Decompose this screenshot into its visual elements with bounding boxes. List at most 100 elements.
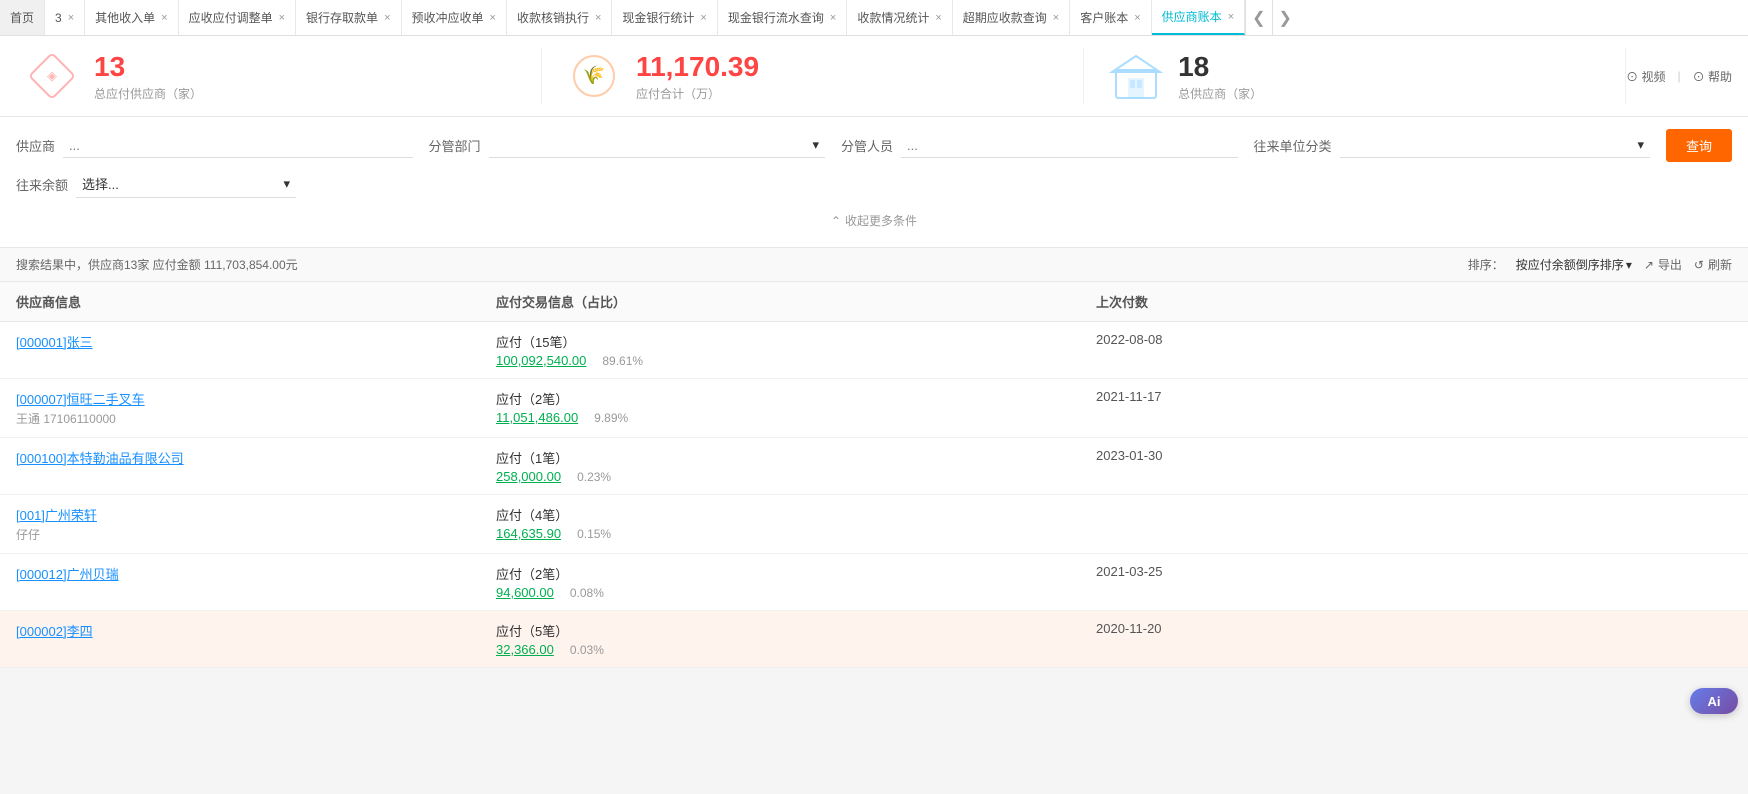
top-nav: 首页 3 × 其他收入单 × 应收应付调整单 × 银行存取款单 × 预收冲应收单… (0, 0, 1748, 36)
collapse-button[interactable]: ⌃ 收起更多条件 (831, 212, 917, 229)
tx-amount[interactable]: 258,000.00 (496, 469, 561, 484)
svg-text:◈: ◈ (47, 68, 57, 83)
close-icon[interactable]: × (1053, 12, 1059, 24)
refresh-button[interactable]: ↺ 刷新 (1694, 256, 1732, 273)
close-icon[interactable]: × (384, 12, 390, 24)
nav-tab-collection-stat[interactable]: 收款情况统计 × (847, 0, 952, 35)
supplier-info-cell: [000002]李四 (0, 611, 480, 668)
last-pay-cell: 2021-11-17 (1080, 379, 1748, 438)
nav-tab-prepay[interactable]: 预收冲应收单 × (402, 0, 507, 35)
close-icon[interactable]: × (1134, 12, 1140, 24)
tx-label: 应付（4笔） (496, 505, 1064, 524)
tx-percent: 0.08% (570, 586, 604, 600)
chevron-down-icon: ▾ (812, 137, 819, 153)
tx-amount[interactable]: 94,600.00 (496, 585, 554, 600)
nav-tab-cash-bank-stat[interactable]: 现金银行统计 × (612, 0, 717, 35)
nav-tab-ar-adjust[interactable]: 应收应付调整单 × (179, 0, 296, 35)
close-icon[interactable]: × (935, 12, 941, 24)
nav-tab-overdue[interactable]: 超期应收款查询 × (953, 0, 1070, 35)
grain-icon: 🌾 (566, 48, 622, 104)
tx-info-cell: 应付（15笔） 100,092,540.00 89.61% (480, 322, 1080, 379)
nav-left-arrow[interactable]: ❮ (1245, 0, 1271, 35)
unit-category-select[interactable]: ▾ (1340, 133, 1650, 158)
nav-tab-supplier-ledger[interactable]: 供应商账本 × (1152, 0, 1245, 35)
video-link[interactable]: ⊙ 视频 (1626, 68, 1665, 85)
balance-select[interactable]: 选择... ▾ (76, 170, 296, 198)
balance-value: 选择... (82, 174, 119, 193)
filter-supplier: 供应商 (16, 134, 413, 158)
supplier-input[interactable] (63, 134, 412, 158)
tx-amount[interactable]: 32,366.00 (496, 642, 554, 657)
summary-card-ap-total: 🌾 11,170.39 应付合计（万） (542, 48, 1084, 104)
tx-percent: 9.89% (594, 411, 628, 425)
nav-tab-bank-deposit[interactable]: 银行存取款单 × (296, 0, 401, 35)
tx-info-cell: 应付（2笔） 94,600.00 0.08% (480, 554, 1080, 611)
sort-select[interactable]: 按应付余额倒序排序 ▾ (1516, 256, 1632, 273)
tx-info-cell: 应付（1笔）258,000.000.23% (480, 438, 1080, 495)
supplier-link[interactable]: [000100]本特勒油品有限公司 (16, 451, 184, 466)
filter-balance: 往来余额 选择... ▾ (16, 170, 296, 198)
close-icon[interactable]: × (161, 12, 167, 24)
ai-badge[interactable]: Ai (1690, 688, 1738, 714)
help-icon: ⊙ (1693, 70, 1705, 84)
summary-bar: ◈ 13 总应付供应商（家） 🌾 11,170.39 应付合计（万） (0, 36, 1748, 117)
supplier-link[interactable]: [000001]张三 (16, 335, 93, 350)
supplier-link[interactable]: [000012]广州贝瑞 (16, 567, 119, 582)
refresh-icon: ↺ (1694, 258, 1704, 272)
person-input[interactable] (901, 134, 1237, 158)
close-icon[interactable]: × (595, 12, 601, 24)
card2-label: 应付合计（万） (636, 85, 1059, 102)
nav-tab-cash-flow[interactable]: 现金银行流水查询 × (718, 0, 847, 35)
tx-amount[interactable]: 11,051,486.00 (496, 410, 578, 425)
supplier-link[interactable]: [000002]李四 (16, 624, 93, 639)
close-icon[interactable]: × (1228, 11, 1234, 23)
card-actions: ⊙ 视频 | ⊙ 帮助 (1626, 68, 1748, 85)
result-bar: 搜索结果中，供应商13家 应付金额 111,703,854.00元 排序： 按应… (0, 248, 1748, 282)
department-select[interactable]: ▾ (489, 133, 825, 158)
nav-tab-collection-label: 收款核销执行 (517, 9, 589, 26)
supplier-table: 供应商信息 应付交易信息（占比） 上次付数 [000001]张三 应付（15笔） 1… (0, 282, 1748, 668)
last-pay-cell: 2023-01-30 (1080, 438, 1748, 495)
close-icon[interactable]: × (830, 12, 836, 24)
tx-label: 应付（15笔） (496, 332, 1064, 351)
tx-amount[interactable]: 164,635.90 (496, 526, 561, 541)
filter-department: 分管部门 ▾ (429, 133, 826, 158)
svg-text:🌾: 🌾 (583, 65, 605, 85)
table-row: [001]广州荣轩仔仔应付（4笔）164,635.900.15% (0, 495, 1748, 554)
collapse-bar: ⌃ 收起更多条件 (16, 206, 1732, 235)
nav-tab-3[interactable]: 3 × (45, 0, 85, 35)
filter-row-1: 供应商 分管部门 ▾ 分管人员 往来单位分类 ▾ 查询 (16, 129, 1732, 162)
nav-tab-3-label: 3 (55, 11, 62, 25)
nav-tab-supplier-ledger-label: 供应商账本 (1162, 8, 1222, 25)
tx-label: 应付（2笔） (496, 564, 1064, 583)
filter-person: 分管人员 (841, 134, 1238, 158)
close-icon[interactable]: × (700, 12, 706, 24)
tx-percent: 89.61% (602, 354, 643, 368)
person-label: 分管人员 (841, 136, 893, 155)
tx-label: 应付（5笔） (496, 621, 1064, 640)
tx-amount[interactable]: 100,092,540.00 (496, 353, 586, 368)
nav-tab-other-income[interactable]: 其他收入单 × (85, 0, 178, 35)
export-button[interactable]: ↗ 导出 (1644, 256, 1682, 273)
supplier-info-cell: [000007]恒旺二手叉车王通 17106110000 (0, 379, 480, 438)
supplier-link[interactable]: [000007]恒旺二手叉车 (16, 392, 145, 407)
chevron-down-icon: ▾ (1626, 258, 1632, 272)
close-icon[interactable]: × (279, 12, 285, 24)
nav-tab-home[interactable]: 首页 (0, 0, 45, 35)
table-header-row: 供应商信息 应付交易信息（占比） 上次付数 (0, 282, 1748, 322)
nav-tab-collection[interactable]: 收款核销执行 × (507, 0, 612, 35)
supplier-link[interactable]: [001]广州荣轩 (16, 508, 97, 523)
video-icon: ⊙ (1626, 70, 1638, 84)
search-button[interactable]: 查询 (1666, 129, 1732, 162)
divider: | (1678, 69, 1681, 83)
nav-right-arrow[interactable]: ❯ (1272, 0, 1298, 35)
balance-label: 往来余额 (16, 175, 68, 194)
close-icon[interactable]: × (490, 12, 496, 24)
tx-label: 应付（2笔） (496, 389, 1064, 408)
help-link[interactable]: ⊙ 帮助 (1693, 68, 1732, 85)
summary-card-total-suppliers: 18 总供应商（家） (1084, 48, 1626, 104)
close-icon[interactable]: × (68, 12, 74, 24)
nav-tab-customer-ledger-label: 客户账本 (1080, 9, 1128, 26)
nav-tab-ar-adjust-label: 应收应付调整单 (189, 9, 273, 26)
nav-tab-customer-ledger[interactable]: 客户账本 × (1070, 0, 1151, 35)
